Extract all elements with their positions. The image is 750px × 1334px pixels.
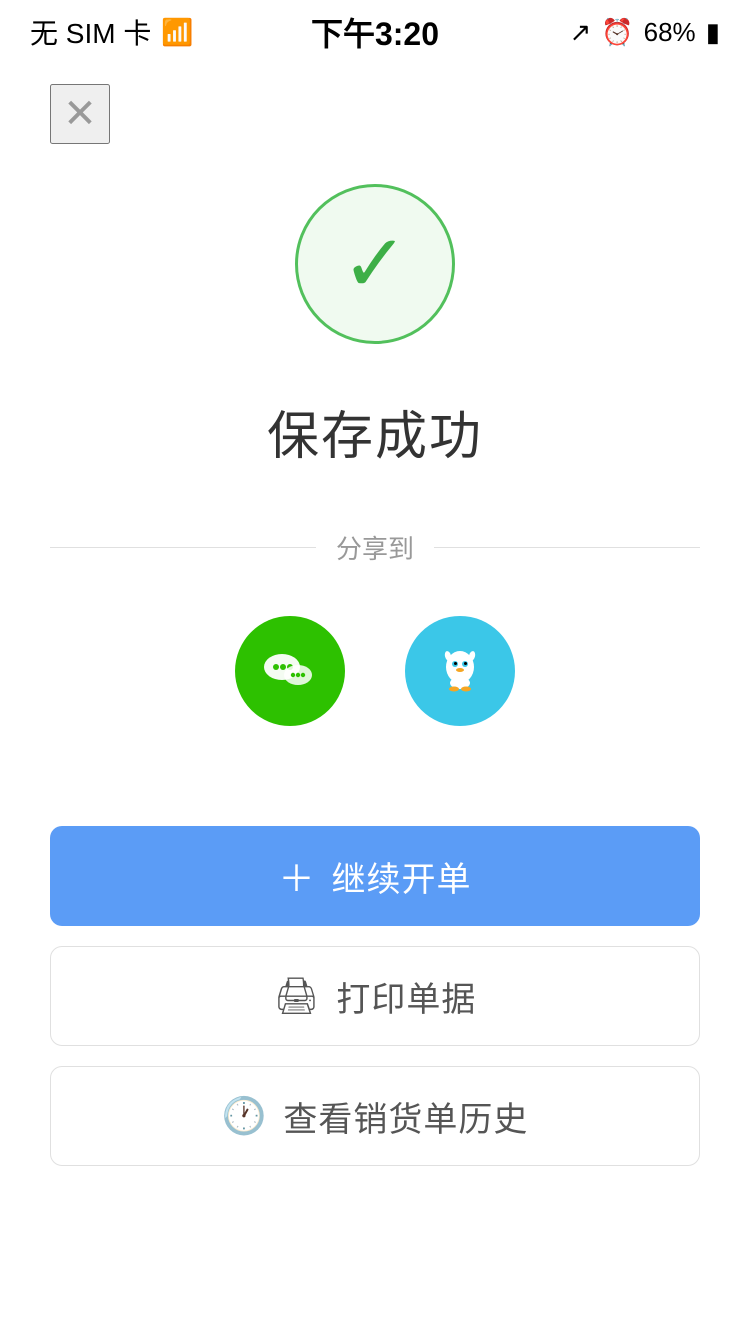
divider-line-left <box>50 547 316 548</box>
share-divider: 分享到 <box>50 529 700 566</box>
battery-text: 68% <box>644 17 696 48</box>
close-icon: ✕ <box>63 94 97 134</box>
main-content: ✕ ✓ 保存成功 分享到 <box>0 64 750 1226</box>
wifi-icon: 📶 <box>161 17 193 48</box>
divider-line-right <box>434 547 700 548</box>
status-time: 下午3:20 <box>311 9 439 55</box>
status-left: 无 SIM 卡 📶 <box>30 12 194 52</box>
wechat-icon <box>258 639 322 703</box>
alarm-icon: ⏰ <box>601 17 633 48</box>
share-icons <box>50 616 700 726</box>
print-icon: 🖨 <box>274 975 321 1017</box>
clock-icon: 🕐 <box>222 1095 268 1137</box>
close-button[interactable]: ✕ <box>50 84 110 144</box>
continue-button[interactable]: ＋ 继续开单 <box>50 826 700 926</box>
success-title: 保存成功 <box>267 394 483 469</box>
share-section: 分享到 <box>50 529 700 746</box>
no-sim-text: 无 SIM 卡 <box>30 12 151 52</box>
status-right: ↗ ⏰ 68% ▮ <box>569 17 720 48</box>
checkmark-icon: ✓ <box>341 224 408 304</box>
share-qq-button[interactable] <box>405 616 515 726</box>
share-label: 分享到 <box>336 529 414 566</box>
status-bar: 无 SIM 卡 📶 下午3:20 ↗ ⏰ 68% ▮ <box>0 0 750 64</box>
qq-icon <box>428 639 492 703</box>
location-icon: ↗ <box>569 17 591 48</box>
print-label: 打印单据 <box>336 972 476 1021</box>
battery-icon: ▮ <box>706 17 720 48</box>
continue-label: 继续开单 <box>332 852 472 901</box>
success-circle: ✓ <box>295 184 455 344</box>
print-button[interactable]: 🖨 打印单据 <box>50 946 700 1046</box>
history-button[interactable]: 🕐 查看销货单历史 <box>50 1066 700 1166</box>
share-wechat-button[interactable] <box>235 616 345 726</box>
plus-icon: ＋ <box>278 850 315 902</box>
history-label: 查看销货单历史 <box>283 1092 528 1141</box>
action-buttons: ＋ 继续开单 🖨 打印单据 🕐 查看销货单历史 <box>50 826 700 1166</box>
